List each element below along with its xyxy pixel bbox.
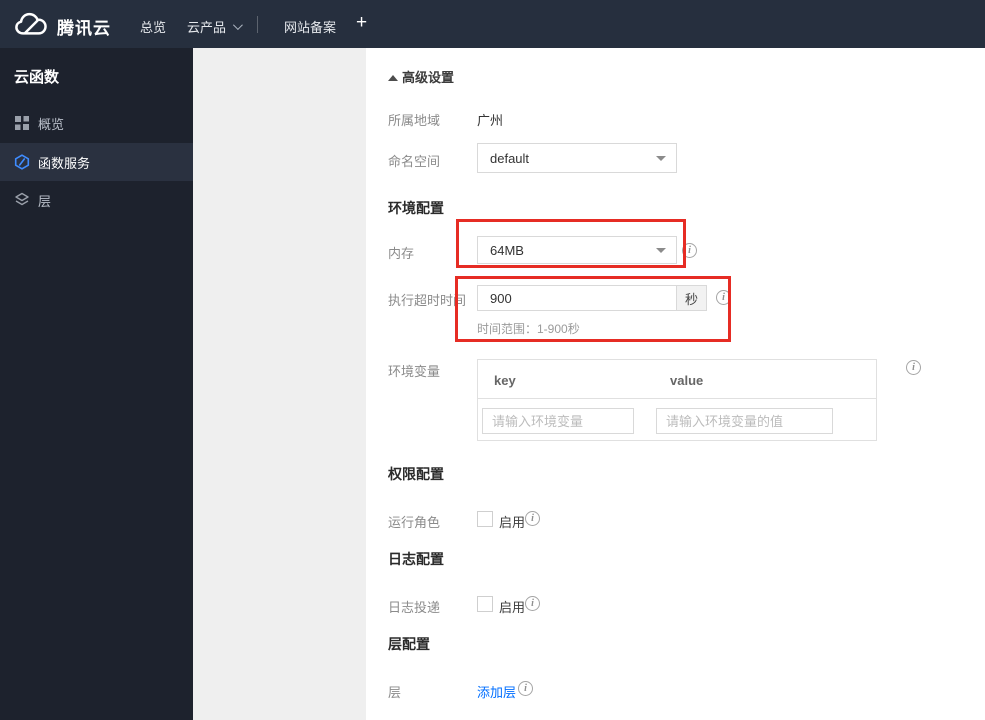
log-config-section-title: 日志配置 <box>388 551 444 567</box>
env-vars-key-header: key <box>494 373 516 388</box>
env-vars-value-header: value <box>670 373 704 388</box>
info-icon[interactable] <box>906 360 921 375</box>
chevron-down-icon <box>656 248 666 253</box>
env-vars-label: 环境变量 <box>388 364 441 379</box>
env-config-section-title: 环境配置 <box>388 200 444 216</box>
tencent-cloud-logo-icon[interactable] <box>14 11 50 37</box>
brand-title[interactable]: 腾讯云 <box>57 14 111 39</box>
timeout-range-hint: 时间范围：1-900秒 <box>477 322 580 336</box>
info-icon[interactable] <box>525 596 540 611</box>
topbar-divider <box>257 16 258 33</box>
layer-label: 层 <box>388 685 402 700</box>
env-var-key-input[interactable] <box>482 408 634 434</box>
chevron-down-icon <box>232 20 243 31</box>
timeout-label: 执行超时时间 <box>388 293 467 308</box>
namespace-label: 命名空间 <box>388 154 441 169</box>
sidebar-item-overview[interactable]: 概览 <box>0 104 193 142</box>
log-delivery-enable-label: 启用 <box>499 600 526 615</box>
grid-icon <box>15 116 29 130</box>
nav-website-registration[interactable]: 网站备案 <box>284 17 336 36</box>
env-var-value-input[interactable] <box>656 408 833 434</box>
add-layer-link[interactable]: 添加层 <box>477 682 516 701</box>
memory-select-value: 64MB <box>490 242 524 258</box>
layers-icon <box>15 192 29 206</box>
region-value: 广州 <box>477 113 504 128</box>
info-icon[interactable] <box>525 511 540 526</box>
sidebar: 云函数 概览 函数服务 层 <box>0 48 193 720</box>
env-vars-table: key value <box>477 359 877 441</box>
run-role-label: 运行角色 <box>388 515 441 530</box>
namespace-select[interactable]: default <box>477 143 677 173</box>
nav-overview[interactable]: 总览 <box>140 17 166 36</box>
sidebar-item-layers[interactable]: 层 <box>0 181 193 219</box>
log-delivery-enable-checkbox[interactable] <box>477 596 493 612</box>
advanced-settings-toggle[interactable]: 高级设置 <box>388 67 454 86</box>
run-role-enable-label: 启用 <box>499 515 526 530</box>
timeout-unit-button[interactable]: 秒 <box>677 285 707 311</box>
info-icon[interactable] <box>682 243 697 258</box>
table-header-divider <box>478 398 876 399</box>
timeout-input[interactable] <box>477 285 677 311</box>
layer-config-section-title: 层配置 <box>388 636 430 652</box>
sidebar-title: 云函数 <box>14 69 60 86</box>
topbar: 腾讯云 总览 云产品 网站备案 + <box>0 0 985 48</box>
sidebar-item-label: 层 <box>38 193 52 209</box>
settings-form: 高级设置 所属地域 广州 命名空间 default 环境配置 内存 64MB 执… <box>366 48 985 720</box>
nav-cloud-products-label: 云产品 <box>187 20 227 35</box>
triangle-up-icon <box>388 75 398 81</box>
function-hexagon-icon <box>14 154 30 170</box>
region-label: 所属地域 <box>388 113 441 128</box>
memory-select[interactable]: 64MB <box>477 236 677 264</box>
chevron-down-icon <box>656 156 666 161</box>
advanced-settings-label: 高级设置 <box>402 70 455 85</box>
namespace-select-value: default <box>490 150 530 166</box>
add-tab-button[interactable]: + <box>356 12 367 34</box>
memory-label: 内存 <box>388 246 415 261</box>
info-icon[interactable] <box>518 681 533 696</box>
sidebar-item-label: 函数服务 <box>38 155 91 171</box>
info-icon[interactable] <box>716 290 731 305</box>
perm-config-section-title: 权限配置 <box>388 466 444 482</box>
log-delivery-label: 日志投递 <box>388 600 441 615</box>
sidebar-item-function-service[interactable]: 函数服务 <box>0 143 193 181</box>
run-role-enable-checkbox[interactable] <box>477 511 493 527</box>
secondary-panel <box>193 48 366 720</box>
nav-cloud-products[interactable]: 云产品 <box>187 17 243 36</box>
sidebar-item-label: 概览 <box>38 116 65 132</box>
